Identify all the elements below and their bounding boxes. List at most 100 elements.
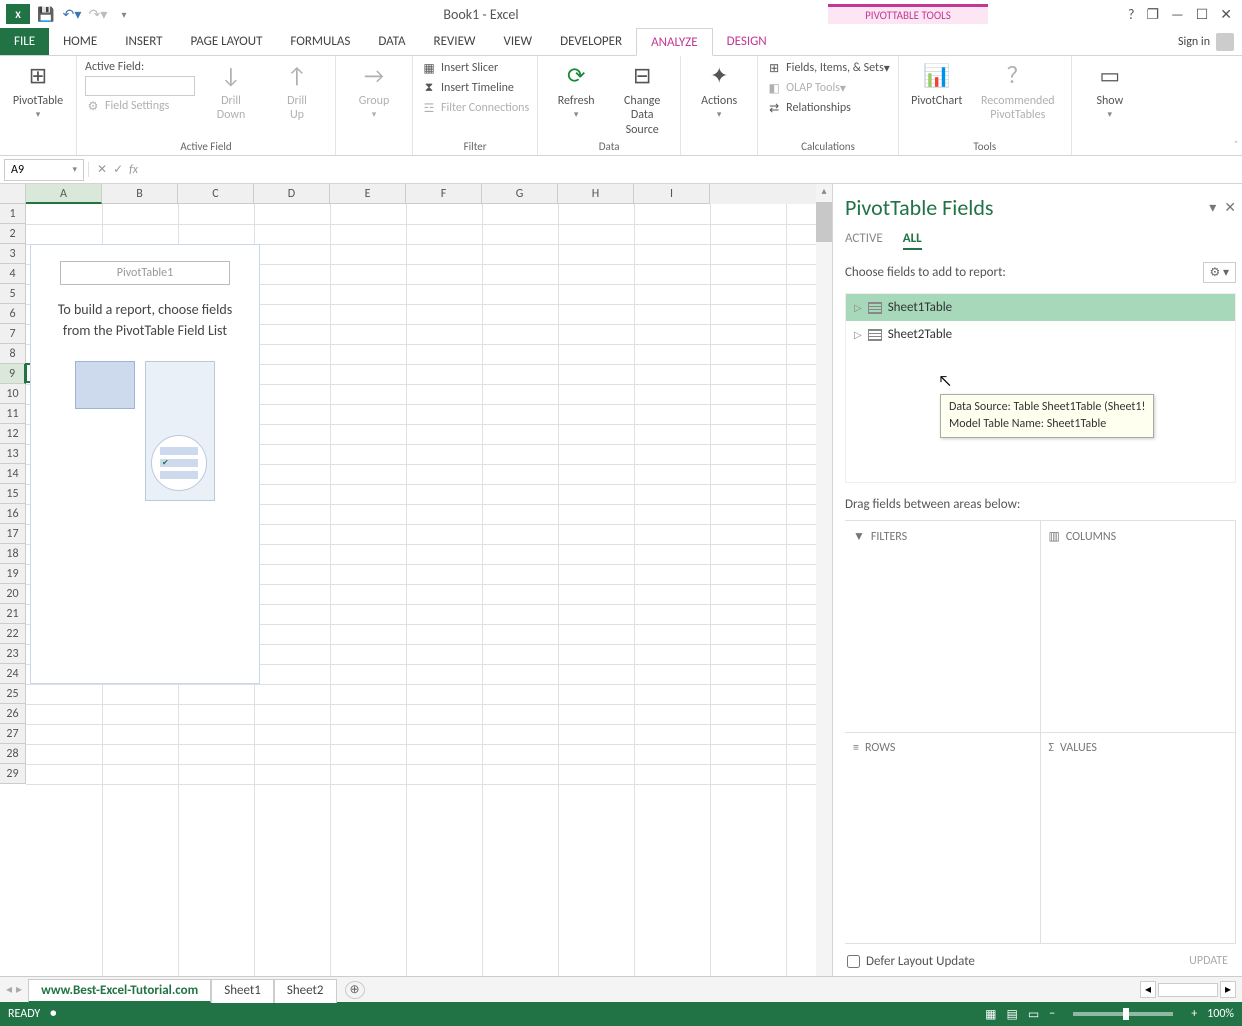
column-header[interactable]: G <box>482 184 558 204</box>
row-header[interactable]: 9 <box>0 364 26 384</box>
cell-grid[interactable]: PivotTable1 To build a report, choose fi… <box>26 204 816 976</box>
normal-view-icon[interactable]: ▦ <box>985 1007 996 1022</box>
change-data-source-button[interactable]: ⊟Change Data Source <box>612 60 672 137</box>
defer-layout-checkbox[interactable]: Defer Layout Update <box>847 954 975 969</box>
row-header[interactable]: 25 <box>0 684 26 704</box>
column-header[interactable]: I <box>634 184 710 204</box>
pane-options-icon[interactable]: ▾ <box>1209 199 1216 216</box>
column-header[interactable]: C <box>178 184 254 204</box>
column-header[interactable]: B <box>102 184 178 204</box>
row-header[interactable]: 24 <box>0 664 26 684</box>
cancel-formula-icon[interactable]: ✕ <box>97 162 107 177</box>
row-header[interactable]: 11 <box>0 404 26 424</box>
field-settings-button[interactable]: ⚙Field Settings <box>85 98 195 114</box>
row-header[interactable]: 2 <box>0 224 26 244</box>
active-field-input[interactable] <box>85 76 195 96</box>
insert-slicer-button[interactable]: ▦Insert Slicer <box>421 60 529 76</box>
tab-view[interactable]: VIEW <box>490 28 547 55</box>
column-header[interactable]: F <box>406 184 482 204</box>
page-break-view-icon[interactable]: ▭ <box>1028 1007 1039 1022</box>
update-button[interactable]: UPDATE <box>1183 952 1234 970</box>
column-header[interactable]: E <box>330 184 406 204</box>
pivottable-button[interactable]: ⊞ PivotTable ▾ <box>8 60 68 121</box>
maximize-icon[interactable]: ☐ <box>1196 6 1209 23</box>
row-header[interactable]: 8 <box>0 344 26 364</box>
name-box[interactable]: A9▾ <box>4 159 84 181</box>
rows-area[interactable]: ≡ROWS <box>845 733 1041 945</box>
row-header[interactable]: 29 <box>0 764 26 784</box>
recommended-pivottables-button[interactable]: ？Recommended PivotTables <box>973 60 1063 123</box>
row-header[interactable]: 14 <box>0 464 26 484</box>
row-header[interactable]: 18 <box>0 544 26 564</box>
row-header[interactable]: 22 <box>0 624 26 644</box>
hscroll-right-icon[interactable]: ▸ <box>1220 981 1236 998</box>
row-header[interactable]: 16 <box>0 504 26 524</box>
group-button[interactable]: →Group▾ <box>344 60 404 121</box>
scroll-thumb[interactable] <box>816 202 832 242</box>
row-header[interactable]: 3 <box>0 244 26 264</box>
pane-tab-all[interactable]: ALL <box>903 231 922 250</box>
row-header[interactable]: 21 <box>0 604 26 624</box>
field-list-options-button[interactable]: ⚙ ▾ <box>1203 262 1237 283</box>
columns-area[interactable]: ▥COLUMNS <box>1041 521 1237 733</box>
column-header[interactable]: H <box>558 184 634 204</box>
show-button[interactable]: ▭Show▾ <box>1080 60 1140 121</box>
page-layout-view-icon[interactable]: ▤ <box>1007 1007 1018 1022</box>
zoom-in-icon[interactable]: + <box>1191 1007 1197 1021</box>
collapse-ribbon-icon[interactable]: ˆ <box>1230 134 1242 155</box>
enter-formula-icon[interactable]: ✓ <box>113 162 123 177</box>
sign-in[interactable]: Sign in <box>1170 28 1242 55</box>
row-header[interactable]: 17 <box>0 524 26 544</box>
select-all-corner[interactable] <box>0 184 26 204</box>
filters-area[interactable]: ▼FILTERS <box>845 521 1041 733</box>
zoom-level[interactable]: 100% <box>1207 1007 1234 1021</box>
macro-record-icon[interactable]: ⏺ <box>50 1007 56 1021</box>
tab-insert[interactable]: INSERT <box>111 28 176 55</box>
spreadsheet[interactable]: ABCDEFGHI 123456789101112131415161718192… <box>0 184 832 976</box>
filter-connections-button[interactable]: ☲Filter Connections <box>421 100 529 116</box>
field-row[interactable]: ▷Sheet1Table <box>846 294 1235 321</box>
row-header[interactable]: 27 <box>0 724 26 744</box>
olap-tools-button[interactable]: ◧OLAP Tools ▾ <box>766 80 890 96</box>
zoom-out-icon[interactable]: − <box>1049 1007 1055 1021</box>
undo-icon[interactable]: ↶▾ <box>62 4 82 24</box>
fields-items-sets-button[interactable]: ⊞Fields, Items, & Sets ▾ <box>766 60 890 76</box>
tab-page-layout[interactable]: PAGE LAYOUT <box>177 28 277 55</box>
values-area[interactable]: ΣVALUES <box>1041 733 1237 945</box>
expand-icon[interactable]: ▷ <box>854 301 862 314</box>
pane-close-icon[interactable]: ✕ <box>1224 199 1236 216</box>
tab-developer[interactable]: DEVELOPER <box>546 28 636 55</box>
field-list[interactable]: ▷Sheet1Table▷Sheet2Table <box>845 293 1236 483</box>
file-tab[interactable]: FILE <box>0 28 49 55</box>
field-row[interactable]: ▷Sheet2Table <box>846 321 1235 348</box>
redo-icon[interactable]: ↷▾ <box>88 4 108 24</box>
tab-scroll-right-icon[interactable]: ▸ <box>16 982 22 997</box>
horizontal-scrollbar[interactable] <box>1158 983 1218 997</box>
tab-review[interactable]: REVIEW <box>420 28 490 55</box>
row-header[interactable]: 12 <box>0 424 26 444</box>
new-sheet-button[interactable]: ⊕ <box>345 981 365 999</box>
expand-icon[interactable]: ▷ <box>854 328 862 341</box>
sheet-tab-watermark[interactable]: www.Best-Excel-Tutorial.com <box>28 979 211 1003</box>
row-header[interactable]: 23 <box>0 644 26 664</box>
actions-button[interactable]: ✦Actions▾ <box>689 60 749 121</box>
ribbon-display-icon[interactable]: ❐ <box>1146 6 1159 23</box>
insert-timeline-button[interactable]: ⧗Insert Timeline <box>421 80 529 96</box>
row-header[interactable]: 26 <box>0 704 26 724</box>
tab-home[interactable]: HOME <box>49 28 111 55</box>
row-header[interactable]: 19 <box>0 564 26 584</box>
pane-tab-active[interactable]: ACTIVE <box>845 231 883 250</box>
row-header[interactable]: 28 <box>0 744 26 764</box>
save-icon[interactable]: 💾 <box>36 4 56 24</box>
row-header[interactable]: 7 <box>0 324 26 344</box>
customize-qat-icon[interactable]: ▾ <box>114 4 134 24</box>
tab-analyze[interactable]: ANALYZE <box>636 28 713 56</box>
tab-formulas[interactable]: FORMULAS <box>276 28 364 55</box>
refresh-button[interactable]: ⟳Refresh▾ <box>546 60 606 121</box>
tab-scroll-left-icon[interactable]: ◂ <box>6 982 12 997</box>
row-header[interactable]: 6 <box>0 304 26 324</box>
pivotchart-button[interactable]: 📊PivotChart <box>907 60 967 108</box>
tab-data[interactable]: DATA <box>364 28 419 55</box>
sheet-tab[interactable]: Sheet1 <box>211 979 274 1003</box>
tab-design[interactable]: DESIGN <box>713 28 781 55</box>
